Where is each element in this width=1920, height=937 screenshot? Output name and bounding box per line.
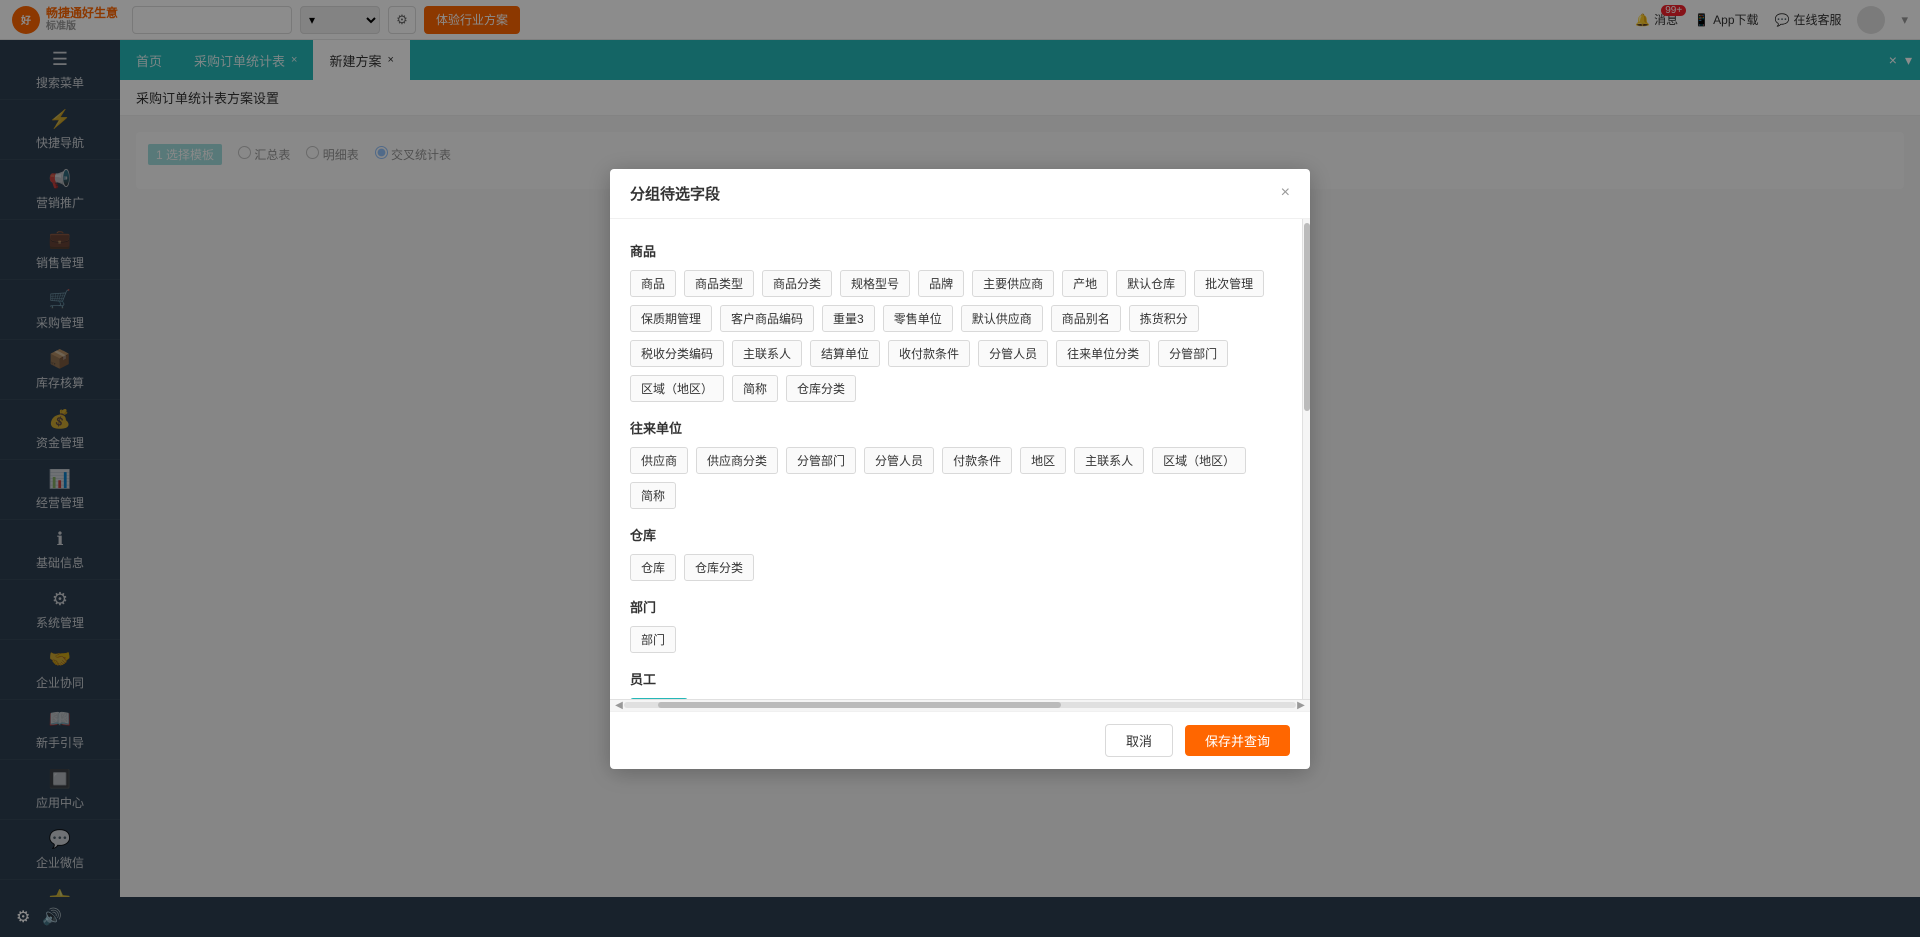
field-tag[interactable]: 产地 [1062,270,1108,297]
field-select-modal: 分组待选字段 × 商品 商品 商品类型 商品分类 规格型号 品牌 主要供应商 产… [610,169,1310,769]
section-title-partner: 往来单位 [630,418,1282,437]
modal-inner: 商品 商品 商品类型 商品分类 规格型号 品牌 主要供应商 产地 默认仓库 批次… [610,219,1310,699]
field-tag[interactable]: 规格型号 [840,270,910,297]
field-tag[interactable]: 零售单位 [883,305,953,332]
field-tag[interactable]: 商品类型 [684,270,754,297]
field-tag[interactable]: 税收分类编码 [630,340,724,367]
modal-body: 商品 商品 商品类型 商品分类 规格型号 品牌 主要供应商 产地 默认仓库 批次… [610,219,1302,699]
field-tag[interactable]: 付款条件 [942,447,1012,474]
scrollbar-thumb-vertical [1304,223,1310,412]
save-query-button[interactable]: 保存并查询 [1185,725,1290,756]
section-title-dept: 部门 [630,597,1282,616]
field-tag[interactable]: 分管部门 [786,447,856,474]
modal-vertical-scrollbar[interactable] [1302,219,1310,699]
field-tag[interactable]: 分管人员 [978,340,1048,367]
field-tag[interactable]: 往来单位分类 [1056,340,1150,367]
field-tag[interactable]: 批次管理 [1194,270,1264,297]
field-tag[interactable]: 区域（地区） [630,375,724,402]
field-tag[interactable]: 主联系人 [732,340,802,367]
field-tag[interactable]: 客户商品编码 [720,305,814,332]
section-title-product: 商品 [630,241,1282,260]
field-tag[interactable]: 区域（地区） [1152,447,1246,474]
modal-footer: 取消 保存并查询 [610,711,1310,769]
field-tag[interactable]: 简称 [630,482,676,509]
field-tag[interactable]: 主要供应商 [972,270,1054,297]
modal-horizontal-scrollbar[interactable]: ◀ ▶ [610,699,1310,711]
field-tag[interactable]: 主联系人 [1074,447,1144,474]
field-tag[interactable]: 默认供应商 [961,305,1043,332]
field-tag[interactable]: 商品别名 [1051,305,1121,332]
modal-close-button[interactable]: × [1281,184,1290,202]
dept-fields: 部门 [630,626,1282,653]
field-tag[interactable]: 部门 [630,626,676,653]
field-tag[interactable]: 收付款条件 [888,340,970,367]
field-tag[interactable]: 结算单位 [810,340,880,367]
warehouse-fields: 仓库 仓库分类 [630,554,1282,581]
field-tag[interactable]: 商品分类 [762,270,832,297]
section-title-warehouse: 仓库 [630,525,1282,544]
field-tag[interactable]: 仓库 [630,554,676,581]
field-tag[interactable]: 分管部门 [1158,340,1228,367]
field-tag[interactable]: 地区 [1020,447,1066,474]
cancel-button[interactable]: 取消 [1105,724,1173,757]
field-tag[interactable]: 仓库分类 [684,554,754,581]
field-tag[interactable]: 供应商 [630,447,688,474]
field-tag[interactable]: 商品 [630,270,676,297]
field-tag[interactable]: 品牌 [918,270,964,297]
partner-fields: 供应商 供应商分类 分管部门 分管人员 付款条件 地区 主联系人 区域（地区） … [630,447,1282,509]
product-fields: 商品 商品类型 商品分类 规格型号 品牌 主要供应商 产地 默认仓库 批次管理 … [630,270,1282,402]
field-tag[interactable]: 仓库分类 [786,375,856,402]
field-tag[interactable]: 拣货积分 [1129,305,1199,332]
section-title-staff: 员工 [630,669,1282,688]
field-tag[interactable]: 分管人员 [864,447,934,474]
modal-overlay: 分组待选字段 × 商品 商品 商品类型 商品分类 规格型号 品牌 主要供应商 产… [0,0,1920,937]
field-tag[interactable]: 保质期管理 [630,305,712,332]
scrollbar-thumb-horizontal [658,702,1061,708]
modal-header: 分组待选字段 × [610,169,1310,219]
field-tag[interactable]: 简称 [732,375,778,402]
modal-title: 分组待选字段 [630,183,720,204]
field-tag[interactable]: 重量3 [822,305,875,332]
field-tag[interactable]: 默认仓库 [1116,270,1186,297]
scrollbar-track-horizontal[interactable] [624,702,1296,708]
field-tag[interactable]: 供应商分类 [696,447,778,474]
